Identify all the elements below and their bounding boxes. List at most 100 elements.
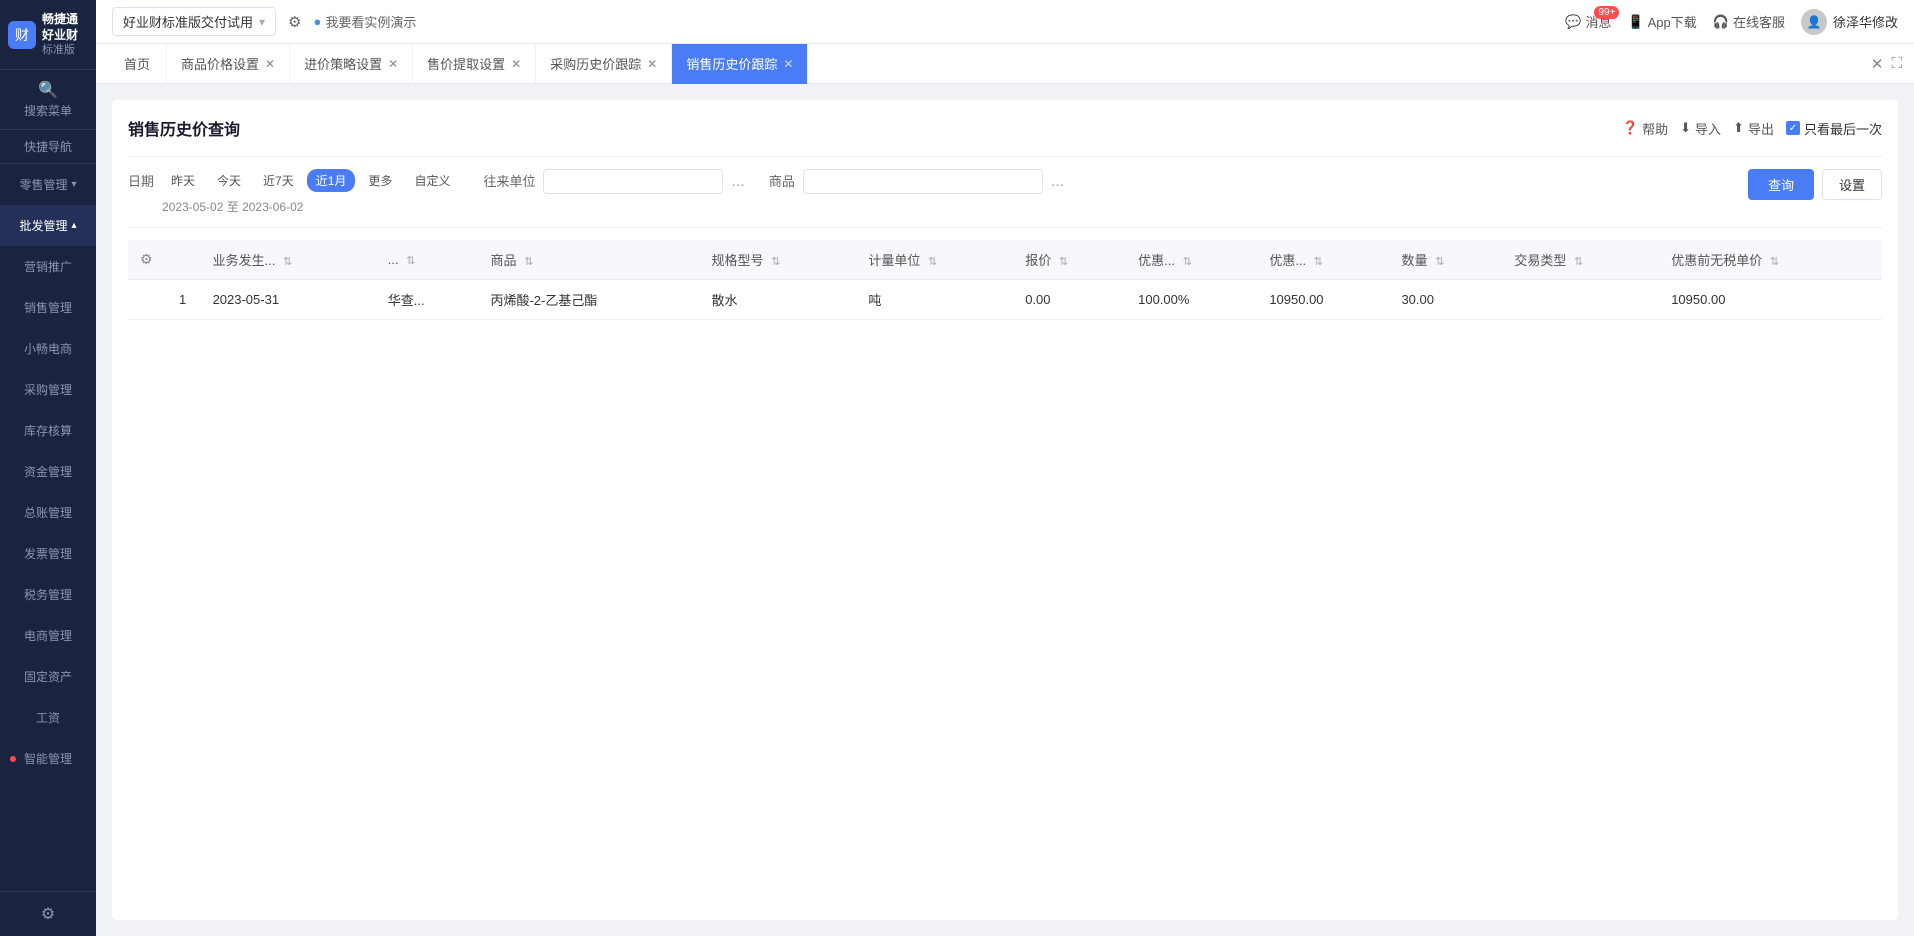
- sidebar-quicknav-item[interactable]: 快捷导航: [0, 130, 96, 164]
- sidebar-item-purchase[interactable]: 采购管理: [0, 369, 96, 410]
- sort-icon: ⇅: [1314, 255, 1323, 268]
- messages-badge: 99+: [1594, 6, 1619, 19]
- messages-button[interactable]: 💬 消息 99+: [1565, 12, 1611, 31]
- sidebar-search-label: 搜索菜单: [8, 102, 88, 119]
- row-settings: [128, 280, 165, 320]
- tab-close-icon[interactable]: ✕: [783, 58, 793, 70]
- tab-home[interactable]: 首页: [108, 44, 167, 84]
- col-spec[interactable]: 规格型号 ⇅: [700, 240, 857, 280]
- date-btn-today[interactable]: 今天: [208, 169, 250, 192]
- customer-picker-icon[interactable]: ...: [731, 173, 744, 191]
- sidebar-quicknav-label: 快捷导航: [8, 138, 88, 155]
- tab-sale-history[interactable]: 销售历史价跟踪 ✕: [672, 44, 808, 84]
- sidebar-nav: 零售管理 ▾ 批发管理 ▴ 营销推广 销售管理 小畅电商 采购管理 库存核算 资…: [0, 164, 96, 891]
- tab-sale-extract[interactable]: 售价提取设置 ✕: [413, 44, 536, 84]
- col-trade-type[interactable]: 交易类型 ⇅: [1502, 240, 1659, 280]
- only-last-checkbox[interactable]: ✓ 只看最后一次: [1786, 119, 1882, 138]
- customer-input-group: ...: [543, 169, 744, 194]
- sidebar-item-assets[interactable]: 固定资产: [0, 656, 96, 697]
- sidebar-item-retail[interactable]: 零售管理 ▾: [0, 164, 96, 205]
- table-settings-icon[interactable]: ⚙: [140, 251, 153, 267]
- tab-close-icon[interactable]: ✕: [647, 58, 657, 70]
- customer-input[interactable]: [543, 169, 723, 194]
- sort-icon: ⇅: [406, 254, 415, 267]
- sidebar-item-ecommerce-small[interactable]: 小畅电商: [0, 328, 96, 369]
- product-input[interactable]: [803, 169, 1043, 194]
- tab-close-icon[interactable]: ✕: [388, 58, 398, 70]
- sort-icon: ⇅: [1574, 255, 1583, 268]
- topbar-settings-icon[interactable]: ⚙: [288, 13, 301, 31]
- query-button[interactable]: 查询: [1748, 169, 1814, 200]
- product-picker-icon[interactable]: ...: [1051, 173, 1064, 191]
- help-button[interactable]: ❓ 帮助: [1622, 119, 1668, 138]
- col-trade-type-label: 交易类型: [1514, 253, 1566, 268]
- tab-purchase-strategy[interactable]: 进价策略设置 ✕: [290, 44, 413, 84]
- col-unit-label: 计量单位: [868, 253, 920, 268]
- sidebar-item-smart[interactable]: 智能管理: [0, 738, 96, 779]
- customer-filter-group: 往来单位 ...: [483, 169, 744, 194]
- page-container: 销售历史价查询 ❓ 帮助 ⬇ 导入 ⬆ 导出 ✓: [112, 100, 1898, 920]
- row-pretax-price: 10950.00: [1659, 280, 1882, 320]
- user-menu[interactable]: 👤 徐泽华修改: [1801, 9, 1898, 35]
- online-service-button[interactable]: 🎧 在线客服: [1713, 12, 1785, 31]
- sidebar-item-finance[interactable]: 资金管理: [0, 451, 96, 492]
- tab-product-price[interactable]: 商品价格设置 ✕: [167, 44, 290, 84]
- play-icon: ●: [314, 14, 322, 29]
- col-pretax-price[interactable]: 优惠前无税单价 ⇅: [1659, 240, 1882, 280]
- only-last-label: 只看最后一次: [1804, 119, 1882, 138]
- col-unit[interactable]: 计量单位 ⇅: [856, 240, 1013, 280]
- main-area: 好业财标准版交付试用 ▾ ⚙ ● 我要看实例演示 💬 消息 99+ 📱 App下…: [96, 0, 1914, 936]
- sidebar-search-item[interactable]: 🔍 搜索菜单: [0, 70, 96, 130]
- col-date[interactable]: 业务发生... ⇅: [201, 240, 376, 280]
- row-trade-type: [1502, 280, 1659, 320]
- date-btn-yesterday[interactable]: 昨天: [162, 169, 204, 192]
- sidebar-item-sales[interactable]: 销售管理: [0, 287, 96, 328]
- sort-icon: ⇅: [524, 255, 533, 268]
- setting-button[interactable]: 设置: [1822, 169, 1882, 200]
- app-download-button[interactable]: 📱 App下载: [1627, 12, 1696, 31]
- sidebar-bottom: ⚙: [0, 891, 96, 936]
- sidebar-item-invoice[interactable]: 发票管理: [0, 533, 96, 574]
- date-btn-custom[interactable]: 自定义: [405, 169, 459, 192]
- topbar: 好业财标准版交付试用 ▾ ⚙ ● 我要看实例演示 💬 消息 99+ 📱 App下…: [96, 0, 1914, 44]
- export-button[interactable]: ⬆ 导出: [1733, 119, 1774, 138]
- product-filter-group: 商品 ...: [769, 169, 1064, 194]
- date-btn-more[interactable]: 更多: [359, 169, 401, 192]
- tab-purchase-history[interactable]: 采购历史价跟踪 ✕: [536, 44, 672, 84]
- col-spec-label: 规格型号: [712, 253, 764, 268]
- tab-close-icon[interactable]: ✕: [511, 58, 521, 70]
- sidebar-item-inventory[interactable]: 库存核算: [0, 410, 96, 451]
- col-discount2[interactable]: 优惠... ⇅: [1257, 240, 1389, 280]
- date-btn-last1m[interactable]: 近1月: [307, 169, 356, 192]
- demo-button[interactable]: ● 我要看实例演示: [314, 12, 417, 31]
- tab-close-icon[interactable]: ✕: [265, 58, 275, 70]
- col-discount2-label: 优惠...: [1269, 253, 1306, 268]
- red-dot-indicator: [10, 756, 16, 762]
- sidebar-item-tax[interactable]: 税务管理: [0, 574, 96, 615]
- close-tab-icon[interactable]: ✕: [1871, 55, 1884, 73]
- col-settings[interactable]: ⚙: [128, 240, 165, 280]
- tab-purchase-strategy-label: 进价策略设置: [304, 54, 382, 73]
- col-extra[interactable]: ... ⇅: [376, 240, 479, 280]
- col-product[interactable]: 商品 ⇅: [478, 240, 699, 280]
- date-range-text: 2023-05-02 至 2023-06-02: [162, 198, 459, 215]
- import-button[interactable]: ⬇ 导入: [1680, 119, 1721, 138]
- date-filter-group: 日期 昨天 今天 近7天 近1月 更多 自定义 2023-05-02 至 202…: [128, 169, 459, 215]
- app-sub: 标准版: [42, 43, 88, 57]
- col-price[interactable]: 报价 ⇅: [1013, 240, 1126, 280]
- tabbar-end: ✕ ⛶: [1871, 55, 1902, 73]
- row-num: 1: [165, 280, 201, 320]
- sidebar-item-ledger[interactable]: 总账管理: [0, 492, 96, 533]
- sidebar-item-ecommerce[interactable]: 电商管理: [0, 615, 96, 656]
- col-quantity[interactable]: 数量 ⇅: [1389, 240, 1502, 280]
- page-header: 销售历史价查询 ❓ 帮助 ⬇ 导入 ⬆ 导出 ✓: [128, 116, 1882, 140]
- sidebar-item-marketing[interactable]: 营销推广: [0, 246, 96, 287]
- version-selector[interactable]: 好业财标准版交付试用 ▾: [112, 7, 276, 36]
- maximize-icon[interactable]: ⛶: [1891, 55, 1902, 72]
- app-name: 畅捷通好业财: [42, 12, 88, 43]
- sidebar-item-payroll[interactable]: 工资: [0, 697, 96, 738]
- date-btn-last7[interactable]: 近7天: [254, 169, 303, 192]
- settings-icon[interactable]: ⚙: [41, 904, 55, 924]
- sidebar-item-wholesale[interactable]: 批发管理 ▴: [0, 205, 96, 246]
- col-discount1[interactable]: 优惠... ⇅: [1126, 240, 1257, 280]
